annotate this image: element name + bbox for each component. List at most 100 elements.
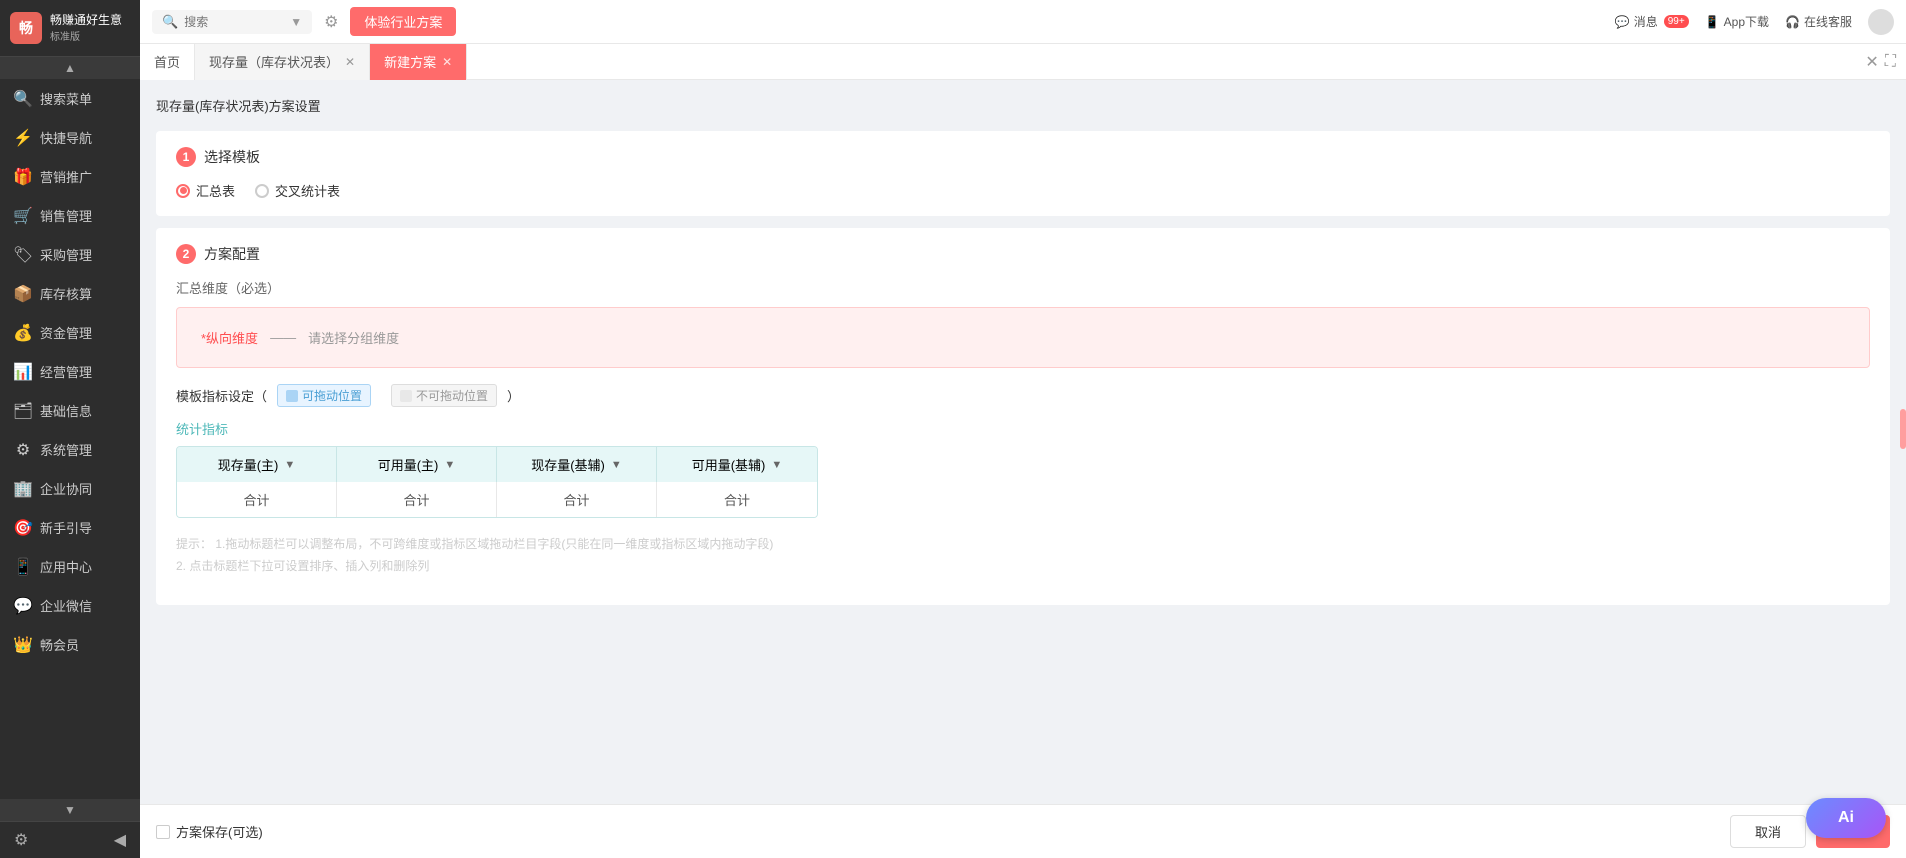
topbar-search: 🔍 ▼: [152, 10, 312, 34]
col-dropdown-3[interactable]: ▼: [771, 459, 782, 471]
dimension-label: 汇总维度（必选）: [176, 278, 1870, 297]
operations-icon: 📊: [14, 363, 32, 381]
indicator-settings-label: 模板指标设定（: [176, 386, 267, 405]
sidebar-item-wechat[interactable]: 💬 企业微信: [0, 586, 140, 625]
topbar-right: 💬 消息 99+ 📱 App下载 🎧 在线客服: [1615, 9, 1894, 35]
radio-summary-circle: [176, 184, 190, 198]
page-title: 现存量(库存状况表)方案设置: [156, 96, 1890, 115]
sidebar-item-system[interactable]: ⚙ 系统管理: [0, 430, 140, 469]
dimension-row: *纵向维度 —— 请选择分组维度: [201, 328, 1845, 347]
sidebar-item-purchase[interactable]: 🏷 采购管理: [0, 235, 140, 274]
col-body-1: 合计: [337, 482, 497, 517]
tab-inventory-close[interactable]: ✕: [345, 55, 355, 69]
save-checkbox[interactable]: [156, 825, 170, 839]
window-close-icon[interactable]: ✕: [1865, 52, 1878, 72]
search-icon: 🔍: [162, 14, 178, 30]
headset-icon: 🎧: [1785, 15, 1800, 29]
indicator-settings: 模板指标设定（ 可拖动位置 不可拖动位置 ） 统计指标: [176, 384, 1870, 577]
sidebar-item-member[interactable]: 👑 畅会员: [0, 625, 140, 664]
messages-item[interactable]: 💬 消息 99+: [1615, 13, 1689, 30]
dimension-area: *纵向维度 —— 请选择分组维度: [176, 307, 1870, 368]
no-drag-badge: 不可拖动位置: [391, 384, 497, 407]
sidebar-logo: 畅 畅赚通好生意 标准版: [0, 0, 140, 57]
tab-inventory-status[interactable]: 现存量（库存状况表） ✕: [195, 44, 370, 80]
col-dropdown-2[interactable]: ▼: [611, 459, 622, 471]
sidebar-item-new-guide[interactable]: 🎯 新手引导: [0, 508, 140, 547]
marketing-icon: 🎁: [14, 168, 32, 186]
sidebar-item-inventory[interactable]: 📦 库存核算: [0, 274, 140, 313]
user-avatar[interactable]: [1868, 9, 1894, 35]
app-download-icon: 📱: [1705, 15, 1720, 29]
app-download-item[interactable]: 📱 App下载: [1705, 13, 1769, 30]
tabs-bar: 首页 现存量（库存状况表） ✕ 新建方案 ✕ ✕ ⛶: [140, 44, 1906, 80]
indicator-settings-header: 模板指标设定（ 可拖动位置 不可拖动位置 ）: [176, 384, 1870, 407]
new-guide-icon: 🎯: [14, 519, 32, 537]
save-option[interactable]: 方案保存(可选): [156, 822, 263, 841]
topbar: 🔍 ▼ ⚙ 体验行业方案 💬 消息 99+ 📱 App下载 🎧 在线客服: [140, 0, 1906, 44]
online-service-item[interactable]: 🎧 在线客服: [1785, 13, 1852, 30]
sidebar-scroll-down[interactable]: ▼: [0, 799, 140, 821]
indicator-settings-suffix: ）: [507, 386, 520, 405]
hint-text: 提示： 1.拖动标题栏可以调整布局，不可跨维度或指标区域拖动栏目字段(只能在同一…: [176, 534, 1870, 577]
window-expand-icon[interactable]: ⛶: [1885, 53, 1896, 71]
sidebar: 畅 畅赚通好生意 标准版 ▲ 🔍 搜索菜单 ⚡ 快捷导航 🎁 营销推广 🛒 销售…: [0, 0, 140, 858]
sidebar-item-search[interactable]: 🔍 搜索菜单: [0, 79, 140, 118]
col-body-3: 合计: [657, 482, 817, 517]
sidebar-item-basic-info[interactable]: 🗂 基础信息: [0, 391, 140, 430]
sidebar-item-app-center[interactable]: 📱 应用中心: [0, 547, 140, 586]
sidebar-item-quick-nav[interactable]: ⚡ 快捷导航: [0, 118, 140, 157]
stats-label: 统计指标: [176, 419, 1870, 438]
step2-card: 2 方案配置 汇总维度（必选） *纵向维度 —— 请选择分组维度 模板指标设定（: [156, 228, 1890, 605]
col-body-0: 合计: [177, 482, 337, 517]
app-center-icon: 📱: [14, 558, 32, 576]
sidebar-scroll-up[interactable]: ▲: [0, 57, 140, 79]
indicator-table-header: 现存量(主) ▼ 可用量(主) ▼ 现存量(基辅) ▼ 可用量(基辅): [177, 447, 817, 482]
tab-new-scheme-close[interactable]: ✕: [442, 55, 452, 69]
main: 首页 现存量（库存状况表） ✕ 新建方案 ✕ ✕ ⛶ 现存量(库存状况表)方案设…: [140, 44, 1906, 858]
draggable-badge: 可拖动位置: [277, 384, 371, 407]
sidebar-item-marketing[interactable]: 🎁 营销推广: [0, 157, 140, 196]
system-icon: ⚙: [14, 441, 32, 459]
sidebar-item-operations[interactable]: 📊 经营管理: [0, 352, 140, 391]
settings-icon[interactable]: ⚙: [324, 12, 338, 32]
quick-nav-icon: ⚡: [14, 129, 32, 147]
wechat-icon: 💬: [14, 597, 32, 615]
radio-summary[interactable]: 汇总表: [176, 181, 235, 200]
collapse-icon[interactable]: ◀: [114, 830, 126, 850]
sidebar-footer: ⚙ ◀: [0, 821, 140, 858]
cancel-button[interactable]: 取消: [1730, 815, 1806, 848]
sidebar-item-sales[interactable]: 🛒 销售管理: [0, 196, 140, 235]
finance-icon: 💰: [14, 324, 32, 342]
sidebar-item-finance[interactable]: 💰 资金管理: [0, 313, 140, 352]
logo-icon: 畅: [10, 12, 42, 44]
radio-cross[interactable]: 交叉统计表: [255, 181, 340, 200]
col-dropdown-1[interactable]: ▼: [444, 459, 455, 471]
step1-header: 1 选择模板: [176, 147, 1870, 167]
sidebar-nav: 🔍 搜索菜单 ⚡ 快捷导航 🎁 营销推广 🛒 销售管理 🏷 采购管理 📦 库存核…: [0, 79, 140, 799]
inventory-icon: 📦: [14, 285, 32, 303]
purchase-icon: 🏷: [14, 246, 32, 264]
step2-header: 2 方案配置: [176, 244, 1870, 264]
col-dropdown-0[interactable]: ▼: [284, 459, 295, 471]
search-dropdown-icon[interactable]: ▼: [290, 15, 302, 29]
tab-new-scheme[interactable]: 新建方案 ✕: [370, 44, 467, 80]
col-header-2: 现存量(基辅) ▼: [497, 447, 657, 482]
step1-card: 1 选择模板 汇总表 交叉统计表: [156, 131, 1890, 216]
settings-icon[interactable]: ⚙: [14, 830, 28, 850]
search-icon: 🔍: [14, 90, 32, 108]
sales-icon: 🛒: [14, 207, 32, 225]
messages-icon: 💬: [1615, 15, 1630, 29]
right-scrollbar-handle[interactable]: [1900, 409, 1906, 449]
basic-info-icon: 🗂: [14, 402, 32, 420]
member-icon: 👑: [14, 636, 32, 654]
tab-home[interactable]: 首页: [140, 44, 195, 80]
logo-text: 畅赚通好生意 标准版: [50, 13, 122, 44]
sidebar-item-enterprise[interactable]: 🏢 企业协同: [0, 469, 140, 508]
radio-cross-circle: [255, 184, 269, 198]
enterprise-icon: 🏢: [14, 480, 32, 498]
template-radio-group: 汇总表 交叉统计表: [176, 181, 1870, 200]
trial-btn[interactable]: 体验行业方案: [350, 7, 456, 36]
page-content: 现存量(库存状况表)方案设置 1 选择模板 汇总表 交叉统计表: [140, 80, 1906, 804]
search-input[interactable]: [184, 15, 284, 29]
ai-bubble[interactable]: Ai: [1806, 798, 1886, 838]
